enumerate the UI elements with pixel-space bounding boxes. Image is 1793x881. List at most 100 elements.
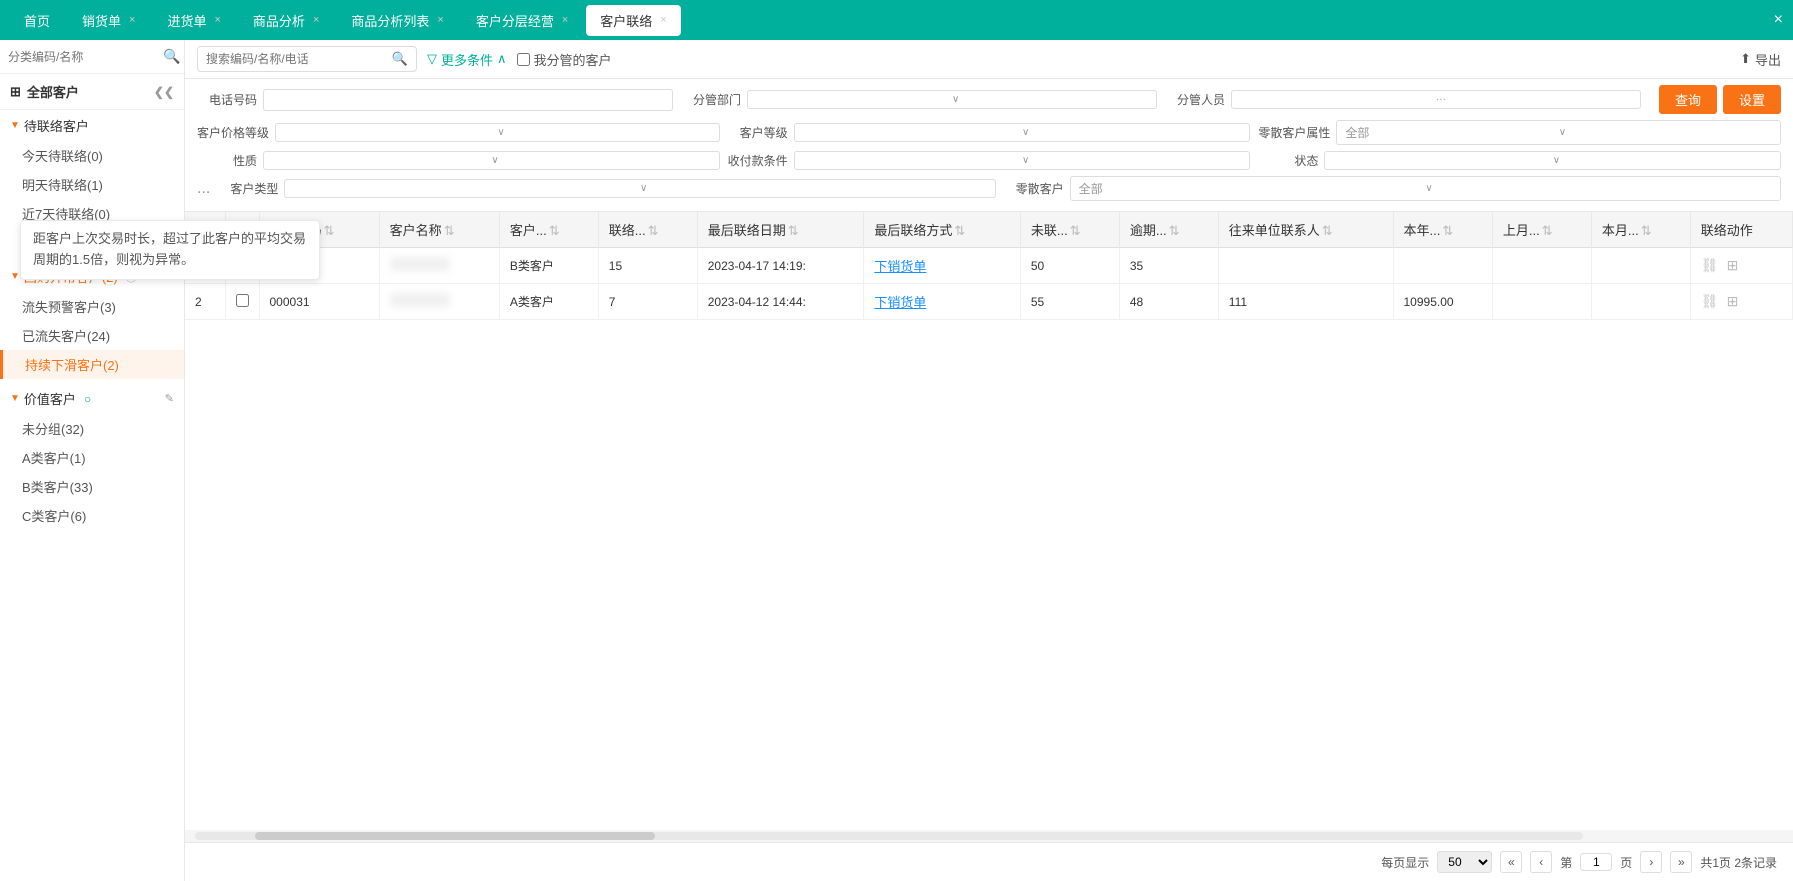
th-this-year: 本年...⇅	[1393, 212, 1492, 248]
scroll-thumb[interactable]	[255, 832, 655, 840]
close-customer-segment-tab[interactable]: ×	[562, 14, 568, 26]
row2-this-year: 10995.00	[1393, 284, 1492, 320]
sidebar-item-declining[interactable]: 持续下滑客户(2)	[0, 350, 184, 379]
retail-attr-label: 零散客户属性	[1258, 124, 1330, 141]
my-customers-check: 我分管的客户	[517, 50, 612, 69]
sort-overdue-icon[interactable]: ⇅	[1169, 223, 1180, 238]
customer-search-icon[interactable]: 🔍	[392, 51, 408, 67]
close-customer-contact-tab[interactable]: ×	[660, 14, 666, 26]
more-filters-btn[interactable]: ▽ 更多条件 ∧	[427, 50, 507, 69]
per-page-select[interactable]: 50 100 200	[1437, 851, 1492, 873]
sidebar-item-c-class[interactable]: C类客户(6)	[0, 501, 184, 530]
price-grade-chevron: ∨	[497, 127, 710, 138]
phone-input[interactable]	[263, 89, 673, 111]
payment-select[interactable]: ∨	[794, 151, 1251, 170]
close-all-tabs[interactable]: ×	[1774, 11, 1783, 29]
tab-purchase[interactable]: 进货单 ×	[153, 5, 234, 36]
retail-attr-select[interactable]: 全部 ∨	[1336, 120, 1781, 145]
row2-check[interactable]	[236, 294, 249, 307]
th-actions: 联络动作	[1690, 212, 1792, 248]
sidebar-group-value: ▼ 价值客户 ○ ✎ 未分组(32) A类客户(1) B类客户(33) C类客户…	[0, 383, 184, 530]
cust-type-select[interactable]: ∨	[284, 179, 995, 198]
tab-customer-segment[interactable]: 客户分层经营 ×	[462, 5, 582, 36]
price-grade-filter: 客户价格等级 ∨	[197, 123, 720, 142]
horizontal-scrollbar[interactable]	[185, 830, 1793, 842]
retail-cust-chevron: ∨	[1425, 183, 1772, 194]
sort-contact-icon[interactable]: ⇅	[648, 223, 659, 238]
price-grade-select[interactable]: ∨	[275, 123, 720, 142]
row2-grid-icon[interactable]: ⊞	[1727, 293, 1739, 310]
arrow-down-icon: ▼	[10, 120, 20, 131]
tab-sales[interactable]: 销货单 ×	[68, 5, 149, 36]
sidebar-item-b-class[interactable]: B类客户(33)	[0, 472, 184, 501]
phone-filter: 电话号码	[197, 89, 673, 111]
my-customers-checkbox[interactable]	[517, 53, 530, 66]
arrow-down-icon2: ▼	[10, 271, 20, 282]
row2-last-method[interactable]: 下销货单	[864, 284, 1021, 320]
sort-lastmonth-icon[interactable]: ⇅	[1542, 223, 1553, 238]
row1-grid-icon[interactable]: ⊞	[1727, 257, 1739, 274]
tab-customer-contact[interactable]: 客户联络 ×	[586, 5, 680, 36]
close-sales-tab[interactable]: ×	[129, 14, 135, 26]
status-select[interactable]: ∨	[1324, 151, 1781, 170]
sort-uncontacted-icon[interactable]: ⇅	[1070, 223, 1081, 238]
more-dot[interactable]: ...	[197, 180, 210, 198]
gender-select[interactable]: ∨	[263, 151, 720, 170]
sidebar-search-input[interactable]	[8, 50, 163, 64]
row2-checkbox[interactable]	[225, 284, 259, 320]
sidebar-all-customers[interactable]: ⊞ 全部客户 ❮❮	[0, 74, 184, 110]
next-page-btn[interactable]: ›	[1640, 851, 1662, 873]
sidebar-group-pending[interactable]: ▼ 待联络客户	[0, 110, 184, 141]
sidebar-item-loss-warning[interactable]: 流失预警客户(3)	[0, 292, 184, 321]
th-overdue: 逾期...⇅	[1119, 212, 1218, 248]
row2-link-icon[interactable]: ⛓	[1701, 293, 1719, 310]
sort-thismonth-icon[interactable]: ⇅	[1641, 223, 1652, 238]
page-input[interactable]	[1580, 853, 1612, 871]
sort-date-icon[interactable]: ⇅	[788, 223, 799, 238]
sidebar-item-a-class[interactable]: A类客户(1)	[0, 443, 184, 472]
sort-code-icon[interactable]: ⇅	[324, 223, 335, 238]
payment-filter: 收付款条件 ∨	[728, 151, 1251, 170]
sidebar-item-today[interactable]: 今天待联络(0)	[0, 141, 184, 170]
close-product-analysis-tab[interactable]: ×	[313, 14, 319, 26]
row1-last-method[interactable]: 下销货单	[864, 248, 1021, 284]
scroll-track[interactable]	[195, 832, 1583, 840]
row1-actions: ⛓ ⊞	[1690, 248, 1792, 284]
row1-link-icon[interactable]: ⛓	[1701, 257, 1719, 274]
customer-search-input[interactable]	[206, 52, 392, 66]
tab-product-analysis[interactable]: 商品分析 ×	[239, 5, 333, 36]
close-product-list-tab[interactable]: ×	[437, 14, 443, 26]
sidebar-collapse-btn[interactable]: ❮❮	[154, 85, 174, 99]
person-select[interactable]: ···	[1231, 90, 1641, 109]
query-button[interactable]: 查询	[1659, 85, 1717, 114]
tab-product-analysis-list[interactable]: 商品分析列表 ×	[337, 5, 457, 36]
th-uncontacted: 未联...⇅	[1020, 212, 1119, 248]
sidebar-item-lost[interactable]: 已流失客户(24)	[0, 321, 184, 350]
sidebar-item-tomorrow[interactable]: 明天待联络(1)	[0, 170, 184, 199]
last-page-btn[interactable]: »	[1670, 851, 1692, 873]
edit-group-icon[interactable]: ✎	[165, 392, 174, 405]
table-header-row: ⚙ 客户编码⇅ 客户名称⇅ 客户...⇅ 联络...⇅ 最后联络日期⇅ 最后联络…	[185, 212, 1793, 248]
tab-home[interactable]: 首页	[10, 5, 64, 36]
export-icon: ⬆	[1740, 51, 1751, 67]
retail-cust-select[interactable]: 全部 ∨	[1070, 176, 1781, 201]
sort-name-icon[interactable]: ⇅	[444, 223, 455, 238]
row2-overdue: 48	[1119, 284, 1218, 320]
dept-select[interactable]: ∨	[747, 90, 1157, 109]
close-purchase-tab[interactable]: ×	[214, 14, 220, 26]
sort-type-icon[interactable]: ⇅	[549, 223, 560, 238]
cust-grade-select[interactable]: ∨	[794, 123, 1251, 142]
sort-year-icon[interactable]: ⇅	[1442, 223, 1453, 238]
chevron-down-icon: ∧	[497, 51, 507, 67]
add-group-icon[interactable]: ○	[84, 392, 91, 406]
sidebar-group-value-header[interactable]: ▼ 价值客户 ○ ✎	[0, 383, 184, 414]
settings-button[interactable]: 设置	[1723, 85, 1781, 114]
export-btn[interactable]: ⬆ 导出	[1740, 50, 1781, 69]
sort-method-icon[interactable]: ⇅	[954, 223, 965, 238]
sidebar-search-icon[interactable]: 🔍	[163, 48, 180, 65]
sidebar-item-unclassified[interactable]: 未分组(32)	[0, 414, 184, 443]
table-row: 2 000031 A类客户 7 2023-04-12 14:44: 下销货单 5…	[185, 284, 1793, 320]
prev-page-btn[interactable]: ‹	[1530, 851, 1552, 873]
first-page-btn[interactable]: «	[1500, 851, 1522, 873]
sort-unit-icon[interactable]: ⇅	[1322, 223, 1333, 238]
